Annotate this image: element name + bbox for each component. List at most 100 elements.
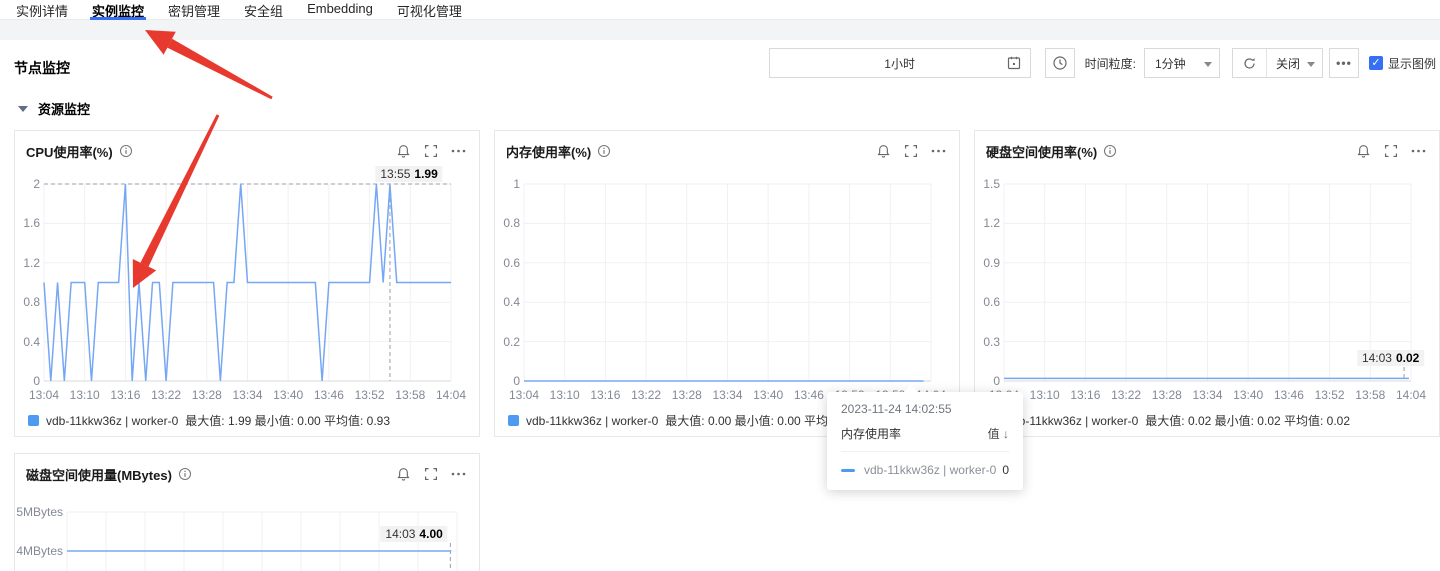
legend-item[interactable]: vdb-11kkw36z | worker-0 最大值: 1.99 最小值: 0… bbox=[28, 412, 390, 429]
x-axis-tick-label: 13:16 bbox=[1070, 388, 1101, 402]
chart-card-cpu-usage: CPU使用率(%) 2 1.6 1.2 0.8 0.4 0 13:04 13:10 13:16 1… bbox=[14, 130, 480, 437]
y-axis-tick-label: 0.6 bbox=[983, 295, 1000, 310]
refresh-button[interactable] bbox=[1233, 49, 1266, 77]
y-axis-tick-label: 0 bbox=[33, 374, 40, 388]
x-axis-tick-label: 14:04 bbox=[435, 388, 467, 402]
auto-refresh-value: 关闭 bbox=[1275, 56, 1300, 71]
tab-0[interactable]: 实例详情 bbox=[4, 0, 80, 19]
alarm-bell-icon[interactable] bbox=[396, 467, 411, 482]
tab-bar: 实例详情 实例监控 密钥管理 安全组 Embedding 可视化管理 bbox=[0, 0, 1440, 20]
x-axis-tick-label: 13:34 bbox=[232, 388, 263, 402]
tab-3[interactable]: 安全组 bbox=[232, 0, 295, 19]
monitor-toolbar: 1小时 时间粒度: 1分钟 关闭 ••• ✓ 显示图例 bbox=[768, 48, 1436, 78]
info-icon[interactable] bbox=[119, 144, 133, 158]
tooltip-series-value: 0 bbox=[1002, 463, 1009, 477]
chart-title: CPU使用率(%) bbox=[26, 144, 113, 160]
alarm-bell-icon[interactable] bbox=[1356, 144, 1371, 159]
x-axis-tick-label: 13:22 bbox=[631, 388, 662, 402]
tooltip-series-row: vdb-11kkw36z | worker-0 0 bbox=[841, 463, 1009, 477]
granularity-label: 时间粒度: bbox=[1084, 56, 1136, 71]
more-icon[interactable] bbox=[931, 149, 946, 153]
y-axis-tick-label: 0.2 bbox=[503, 334, 520, 349]
x-axis-tick-label: 13:10 bbox=[1029, 388, 1060, 402]
chart-card-memory-usage: 内存使用率(%) 1 0.8 0.6 0.4 0.2 0 13:04 13:10 13:16 13… bbox=[494, 130, 960, 437]
resource-monitor-collapser[interactable]: 资源监控 bbox=[18, 99, 90, 118]
tab-1[interactable]: 实例监控 bbox=[80, 0, 156, 20]
x-axis-tick-label: 13:40 bbox=[273, 388, 304, 402]
legend-swatch bbox=[28, 415, 39, 426]
x-axis-tick-label: 13:22 bbox=[1111, 388, 1142, 402]
time-range-picker[interactable]: 1小时 bbox=[768, 48, 1031, 78]
y-axis-tick-label: 1.5 bbox=[983, 177, 1000, 191]
x-axis-tick-label: 13:58 bbox=[1355, 388, 1386, 402]
x-axis-tick-label: 13:16 bbox=[110, 388, 141, 402]
y-axis-tick-label: 0.9 bbox=[983, 255, 1000, 270]
alarm-bell-icon[interactable] bbox=[876, 144, 891, 159]
page-title: 节点监控 bbox=[14, 60, 70, 76]
cpu-usage-plot[interactable]: 2 1.6 1.2 0.8 0.4 0 13:04 13:10 13:16 13:22 13:28 1… bbox=[23, 166, 466, 402]
tooltip-value-header[interactable]: 值 ↓ bbox=[988, 425, 1009, 442]
more-icon[interactable] bbox=[451, 472, 466, 476]
auto-refresh-select[interactable]: 关闭 bbox=[1265, 49, 1322, 77]
fullscreen-icon[interactable] bbox=[424, 144, 438, 158]
chevron-down-icon bbox=[1203, 62, 1212, 67]
granularity-select[interactable]: 1分钟 bbox=[1143, 48, 1220, 78]
toolbar-more-button[interactable]: ••• bbox=[1328, 48, 1359, 78]
y-axis-tick-label: 0.4 bbox=[503, 295, 520, 310]
y-axis-tick-label: 0.3 bbox=[983, 334, 1000, 349]
alarm-bell-icon[interactable] bbox=[396, 144, 411, 159]
tab-5[interactable]: 可视化管理 bbox=[385, 0, 474, 19]
y-axis-tick-label: 0.8 bbox=[503, 216, 520, 231]
legend-series: vdb-11kkw36z | worker-0 bbox=[1006, 413, 1139, 428]
more-icon[interactable] bbox=[1411, 149, 1426, 153]
info-icon[interactable] bbox=[1103, 144, 1117, 158]
show-legend-checkbox[interactable]: ✓ bbox=[1368, 56, 1383, 70]
group-title: 资源监控 bbox=[38, 102, 91, 117]
chart-title: 硬盘空间使用率(%) bbox=[986, 144, 1098, 160]
legend-stats: 最大值: 0.02 最小值: 0.02 平均值: 0.02 bbox=[1145, 414, 1351, 428]
disk-usage-rate-plot[interactable]: 1.51.20.90.60.3013:0413:1013:1613:2213:2… bbox=[983, 177, 1426, 402]
legend-item[interactable]: vdb-11kkw36z | worker-0 最大值: 0.00 最小值: 0… bbox=[508, 412, 870, 429]
x-axis-tick-label: 13:46 bbox=[1273, 388, 1304, 402]
legend-series: vdb-11kkw36z | worker-0 bbox=[46, 413, 179, 428]
max-value-annotation: 14:03 4.00 bbox=[380, 526, 448, 542]
y-axis-tick-label: 0.8 bbox=[23, 295, 40, 310]
show-legend-label[interactable]: 显示图例 bbox=[1388, 55, 1436, 72]
x-axis-tick-label: 13:34 bbox=[712, 388, 743, 402]
memory-usage-plot[interactable]: 1 0.8 0.6 0.4 0.2 0 13:04 13:10 13:16 13:22 13:28 1… bbox=[503, 177, 946, 402]
tooltip-series-name: vdb-11kkw36z | worker-0 bbox=[864, 463, 997, 477]
disk-space-used-plot[interactable]: 5MBytes 4MBytes 14:03 4.00 bbox=[16, 505, 458, 571]
legend-item[interactable]: vdb-11kkw36z | worker-0 最大值: 0.02 最小值: 0… bbox=[988, 412, 1350, 429]
chevron-down-icon bbox=[1306, 62, 1315, 67]
y-axis-tick-label: 0.4 bbox=[23, 334, 40, 349]
tooltip-metric: 内存使用率 bbox=[841, 427, 902, 441]
x-axis-tick-label: 13:40 bbox=[1233, 388, 1264, 402]
y-axis-tick-label: 0 bbox=[513, 374, 520, 388]
granularity-value: 1分钟 bbox=[1154, 56, 1186, 71]
tooltip-timestamp: 2023-11-24 14:02:55 bbox=[841, 402, 952, 416]
sort-down-icon: ↓ bbox=[1003, 427, 1009, 441]
x-axis-tick-label: 13:46 bbox=[793, 388, 824, 402]
clock-icon bbox=[1053, 56, 1067, 70]
fullscreen-icon[interactable] bbox=[1384, 144, 1398, 158]
more-icon[interactable] bbox=[451, 149, 466, 153]
info-icon[interactable] bbox=[178, 467, 192, 481]
x-axis-tick-label: 13:34 bbox=[1192, 388, 1223, 402]
info-icon[interactable] bbox=[597, 144, 611, 158]
chart-title: 磁盘空间使用量(MBytes) bbox=[26, 467, 172, 483]
x-axis-tick-label: 13:58 bbox=[395, 388, 426, 402]
tab-4[interactable]: Embedding bbox=[295, 0, 385, 19]
chart-card-disk-usage-rate: 硬盘空间使用率(%) 1.51.20.90.60.3013:0413:1013:… bbox=[974, 130, 1440, 437]
calendar-icon bbox=[1007, 56, 1020, 70]
annotation-arrow-to-tab bbox=[145, 30, 273, 100]
fullscreen-icon[interactable] bbox=[904, 144, 918, 158]
tab-2[interactable]: 密钥管理 bbox=[156, 0, 232, 19]
legend-swatch bbox=[508, 415, 519, 426]
x-axis-tick-label: 13:04 bbox=[508, 388, 540, 402]
x-axis-tick-label: 13:52 bbox=[1314, 388, 1345, 402]
x-axis-tick-label: 13:28 bbox=[1151, 388, 1182, 402]
fullscreen-icon[interactable] bbox=[424, 467, 438, 481]
y-axis-tick-label: 1.2 bbox=[23, 255, 40, 270]
legend-stats: 最大值: 1.99 最小值: 0.00 平均值: 0.93 bbox=[185, 414, 391, 428]
time-select-clock-button[interactable] bbox=[1044, 48, 1075, 78]
